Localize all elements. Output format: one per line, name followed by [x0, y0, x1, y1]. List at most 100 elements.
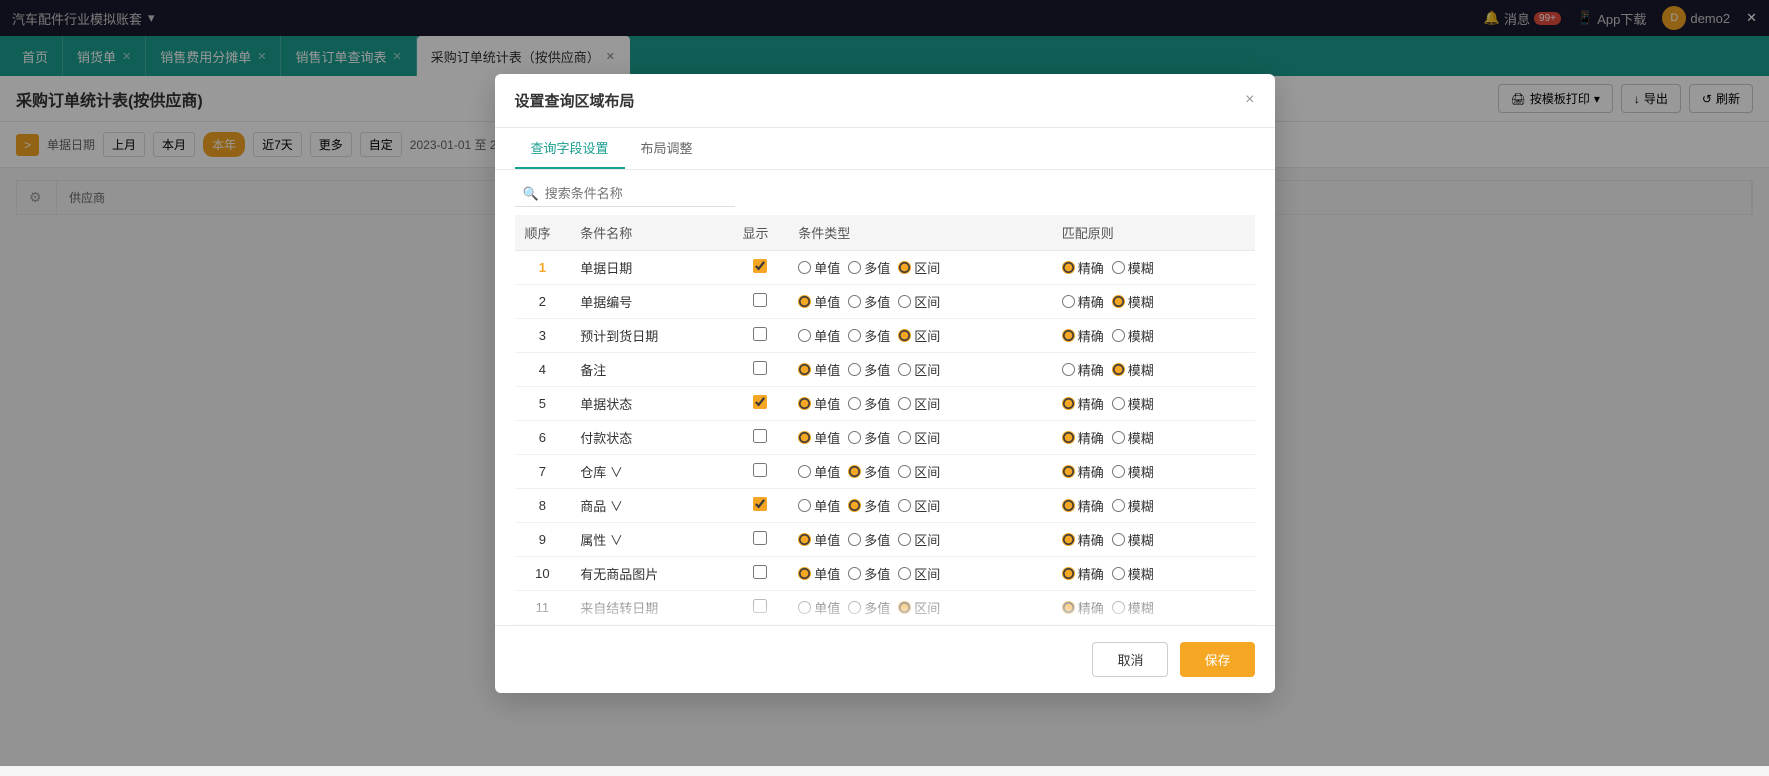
modal-tab-query-fields[interactable]: 查询字段设置	[515, 128, 625, 169]
match-radio-item[interactable]: 精确	[1062, 428, 1104, 447]
display-checkbox[interactable]	[753, 567, 767, 582]
match-radio-item[interactable]: 模糊	[1112, 394, 1154, 413]
match-radio-item[interactable]: 模糊	[1112, 462, 1154, 481]
match-radio-item[interactable]: 精确	[1062, 326, 1104, 345]
type-radio-item[interactable]: 区间	[898, 326, 940, 345]
match-radio-item[interactable]: 精确	[1062, 598, 1104, 617]
modal-tab-layout[interactable]: 布局调整	[625, 128, 709, 169]
match-radio-item[interactable]: 模糊	[1112, 292, 1154, 311]
modal-header: 设置查询区域布局 ×	[495, 74, 1275, 128]
display-checkbox[interactable]	[753, 397, 767, 412]
search-input-wrap: 🔍	[515, 182, 735, 207]
type-radio-item[interactable]: 单值	[798, 258, 840, 277]
type-radio-item[interactable]: 区间	[898, 394, 940, 413]
match-radio-item[interactable]: 模糊	[1112, 598, 1154, 617]
type-radio-group: 单值多值区间	[798, 326, 1042, 345]
cell-order: 9	[515, 522, 571, 556]
type-radio-item[interactable]: 单值	[798, 292, 840, 311]
cell-field-type: 单值多值区间	[788, 590, 1052, 624]
type-radio-item[interactable]: 区间	[898, 428, 940, 447]
match-radio-item[interactable]: 精确	[1062, 292, 1104, 311]
type-radio-item[interactable]: 单值	[798, 496, 840, 515]
type-radio-item[interactable]: 单值	[798, 530, 840, 549]
type-radio-item[interactable]: 多值	[848, 258, 890, 277]
cell-field-name: 仓库 ∨	[570, 454, 732, 488]
match-radio-item[interactable]: 模糊	[1112, 428, 1154, 447]
match-radio-item[interactable]: 精确	[1062, 360, 1104, 379]
match-radio-item[interactable]: 精确	[1062, 530, 1104, 549]
match-radio-group: 精确模糊	[1062, 496, 1245, 515]
type-radio-item[interactable]: 多值	[848, 564, 890, 583]
type-radio-item[interactable]: 区间	[898, 360, 940, 379]
search-icon: 🔍	[523, 186, 539, 202]
display-checkbox[interactable]	[753, 499, 767, 514]
modal-close-btn[interactable]: ×	[1245, 91, 1254, 109]
table-row: 8商品 ∨单值多值区间精确模糊	[515, 488, 1255, 522]
modal-title: 设置查询区域布局	[515, 90, 635, 111]
type-radio-item[interactable]: 单值	[798, 326, 840, 345]
type-radio-item[interactable]: 区间	[898, 462, 940, 481]
match-radio-item[interactable]: 精确	[1062, 462, 1104, 481]
type-radio-item[interactable]: 区间	[898, 530, 940, 549]
display-checkbox[interactable]	[753, 465, 767, 480]
table-row: 4备注单值多值区间精确模糊	[515, 352, 1255, 386]
cancel-btn[interactable]: 取消	[1092, 642, 1168, 677]
display-checkbox[interactable]	[753, 261, 767, 276]
display-checkbox[interactable]	[753, 601, 767, 616]
type-radio-item[interactable]: 多值	[848, 326, 890, 345]
type-radio-item[interactable]: 多值	[848, 462, 890, 481]
modal-table-wrap: 顺序 条件名称 显示 条件类型 匹配原则 1单据日期单值多值区间精确模糊2单据编…	[495, 215, 1275, 625]
cell-display	[732, 488, 788, 522]
type-radio-item[interactable]: 单值	[798, 564, 840, 583]
modal-overlay[interactable]: 设置查询区域布局 × 查询字段设置 布局调整 🔍 顺序	[0, 0, 1769, 766]
type-radio-item[interactable]: 单值	[798, 360, 840, 379]
type-radio-item[interactable]: 单值	[798, 462, 840, 481]
type-radio-item[interactable]: 多值	[848, 394, 890, 413]
display-checkbox[interactable]	[753, 329, 767, 344]
cell-order: 5	[515, 386, 571, 420]
type-radio-item[interactable]: 多值	[848, 530, 890, 549]
cell-field-name: 来自结转日期	[570, 590, 732, 624]
match-radio-group: 精确模糊	[1062, 292, 1245, 311]
table-row: 3预计到货日期单值多值区间精确模糊	[515, 318, 1255, 352]
cell-order: 1	[515, 250, 571, 284]
save-btn[interactable]: 保存	[1180, 642, 1254, 677]
display-checkbox[interactable]	[753, 533, 767, 548]
match-radio-item[interactable]: 精确	[1062, 394, 1104, 413]
type-radio-group: 单值多值区间	[798, 258, 1042, 277]
match-radio-item[interactable]: 模糊	[1112, 564, 1154, 583]
type-radio-item[interactable]: 多值	[848, 360, 890, 379]
modal-table-head: 顺序 条件名称 显示 条件类型 匹配原则	[515, 215, 1255, 251]
type-radio-item[interactable]: 单值	[798, 428, 840, 447]
modal-table: 顺序 条件名称 显示 条件类型 匹配原则 1单据日期单值多值区间精确模糊2单据编…	[515, 215, 1255, 625]
type-radio-item[interactable]: 多值	[848, 496, 890, 515]
type-radio-item[interactable]: 多值	[848, 428, 890, 447]
display-checkbox[interactable]	[753, 295, 767, 310]
table-row: 7仓库 ∨单值多值区间精确模糊	[515, 454, 1255, 488]
match-radio-item[interactable]: 精确	[1062, 496, 1104, 515]
type-radio-item[interactable]: 区间	[898, 496, 940, 515]
cell-display	[732, 420, 788, 454]
type-radio-item[interactable]: 区间	[898, 598, 940, 617]
type-radio-item[interactable]: 单值	[798, 598, 840, 617]
match-radio-item[interactable]: 模糊	[1112, 530, 1154, 549]
type-radio-item[interactable]: 区间	[898, 258, 940, 277]
search-input[interactable]	[545, 186, 727, 201]
display-checkbox[interactable]	[753, 363, 767, 378]
type-radio-item[interactable]: 区间	[898, 292, 940, 311]
match-radio-item[interactable]: 模糊	[1112, 496, 1154, 515]
display-checkbox[interactable]	[753, 431, 767, 446]
match-radio-item[interactable]: 模糊	[1112, 326, 1154, 345]
type-radio-item[interactable]: 区间	[898, 564, 940, 583]
match-radio-item[interactable]: 模糊	[1112, 258, 1154, 277]
match-radio-item[interactable]: 精确	[1062, 258, 1104, 277]
cell-match-rule: 精确模糊	[1052, 420, 1255, 454]
type-radio-item[interactable]: 多值	[848, 292, 890, 311]
col-order: 顺序	[515, 215, 571, 251]
match-radio-group: 精确模糊	[1062, 564, 1245, 583]
cell-field-type: 单值多值区间	[788, 556, 1052, 590]
type-radio-item[interactable]: 多值	[848, 598, 890, 617]
type-radio-item[interactable]: 单值	[798, 394, 840, 413]
match-radio-item[interactable]: 模糊	[1112, 360, 1154, 379]
match-radio-item[interactable]: 精确	[1062, 564, 1104, 583]
